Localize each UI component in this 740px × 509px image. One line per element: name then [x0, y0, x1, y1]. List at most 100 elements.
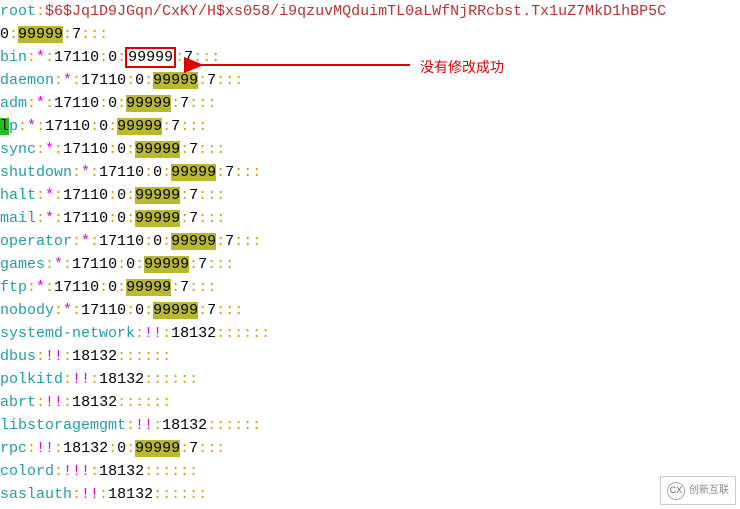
lastchg: 18132 — [171, 325, 216, 342]
separator: : — [117, 95, 126, 112]
username: dbus — [0, 348, 36, 365]
separator: : — [54, 141, 63, 158]
separator: : — [54, 210, 63, 227]
separator: : — [171, 279, 180, 296]
separator: : — [72, 164, 81, 181]
username: shutdown — [0, 164, 72, 181]
lastchg: 18132 — [108, 486, 153, 503]
separator: : — [211, 49, 220, 66]
separator: : — [117, 394, 126, 411]
separator: : — [189, 486, 198, 503]
separator: : — [90, 164, 99, 181]
separator: : — [9, 26, 18, 43]
separator: : — [108, 187, 117, 204]
max-days: 99999 — [126, 95, 171, 112]
lastchg: 17110 — [63, 141, 108, 158]
max-days: 99999 — [135, 440, 180, 457]
separator: : — [180, 141, 189, 158]
separator: : — [162, 325, 171, 342]
separator: : — [216, 440, 225, 457]
separator: : — [63, 256, 72, 273]
password-placeholder: * — [36, 279, 45, 296]
username: sync — [0, 141, 36, 158]
separator: : — [27, 49, 36, 66]
separator: : — [189, 463, 198, 480]
shadow-line: dbus:!!:18132:::::: — [0, 345, 740, 368]
separator: : — [162, 394, 171, 411]
username: halt — [0, 187, 36, 204]
username: abrt — [0, 394, 36, 411]
warn-days: 7 — [207, 72, 216, 89]
separator: : — [252, 233, 261, 250]
separator: : — [126, 417, 135, 434]
username: adm — [0, 95, 27, 112]
separator: : — [72, 302, 81, 319]
watermark: CX 创新互联 — [660, 476, 736, 505]
separator: : — [216, 325, 225, 342]
separator: : — [180, 371, 189, 388]
separator: : — [162, 371, 171, 388]
warn-days: 7 — [184, 49, 193, 66]
separator: : — [225, 256, 234, 273]
shadow-line: abrt:!!:18132:::::: — [0, 391, 740, 414]
separator: : — [198, 210, 207, 227]
shadow-line: ftp:*:17110:0:99999:7::: — [0, 276, 740, 299]
username: saslauth — [0, 486, 72, 503]
separator: : — [252, 325, 261, 342]
shadow-line: systemd-network:!!:18132:::::: — [0, 322, 740, 345]
separator: : — [54, 302, 63, 319]
separator: : — [99, 486, 108, 503]
separator: : — [216, 164, 225, 181]
lastchg: 18132 — [72, 394, 117, 411]
separator: : — [207, 417, 216, 434]
separator: : — [144, 348, 153, 365]
separator: : — [126, 394, 135, 411]
shadow-line: nobody:*:17110:0:99999:7::: — [0, 299, 740, 322]
separator: : — [90, 118, 99, 135]
username: daemon — [0, 72, 54, 89]
separator: : — [126, 348, 135, 365]
shadow-line: root:$6$Jq1D9JGqn/CxKY/H$xs058/i9qzuvMQd… — [0, 0, 740, 23]
separator: : — [207, 210, 216, 227]
separator: : — [234, 417, 243, 434]
min-days: 0 — [135, 302, 144, 319]
warn-days: 7 — [189, 440, 198, 457]
field: 0 — [0, 26, 9, 43]
min-days: 0 — [108, 95, 117, 112]
separator: : — [198, 95, 207, 112]
separator: : — [234, 302, 243, 319]
warn-days: 7 — [198, 256, 207, 273]
separator: : — [90, 371, 99, 388]
separator: : — [243, 164, 252, 181]
lastchg: 18132 — [63, 440, 108, 457]
max-days: 99999 — [171, 233, 216, 250]
warn-days: 7 — [180, 95, 189, 112]
warn-days: 7 — [180, 279, 189, 296]
username: rpc — [0, 440, 27, 457]
shadow-line: saslauth:!!:18132:::::: — [0, 483, 740, 506]
warn-days: 7 — [207, 302, 216, 319]
separator: : — [27, 95, 36, 112]
separator: : — [126, 440, 135, 457]
separator: : — [90, 233, 99, 250]
separator: : — [216, 187, 225, 204]
lastchg: 17110 — [54, 279, 99, 296]
separator: : — [126, 210, 135, 227]
separator: : — [207, 141, 216, 158]
separator: : — [54, 72, 63, 89]
separator: : — [18, 118, 27, 135]
separator: : — [175, 49, 184, 66]
separator: : — [117, 348, 126, 365]
separator: : — [202, 49, 211, 66]
min-days: 0 — [153, 164, 162, 181]
min-days: 0 — [117, 187, 126, 204]
lastchg: 18132 — [162, 417, 207, 434]
separator: : — [180, 210, 189, 227]
separator: : — [135, 325, 144, 342]
max-days: 99999 — [135, 141, 180, 158]
separator: : — [243, 417, 252, 434]
max-days: 99999 — [125, 47, 176, 68]
lastchg: 17110 — [99, 233, 144, 250]
annotation-text: 没有修改成功 — [420, 56, 504, 79]
shadow-line: games:*:17110:0:99999:7::: — [0, 253, 740, 276]
